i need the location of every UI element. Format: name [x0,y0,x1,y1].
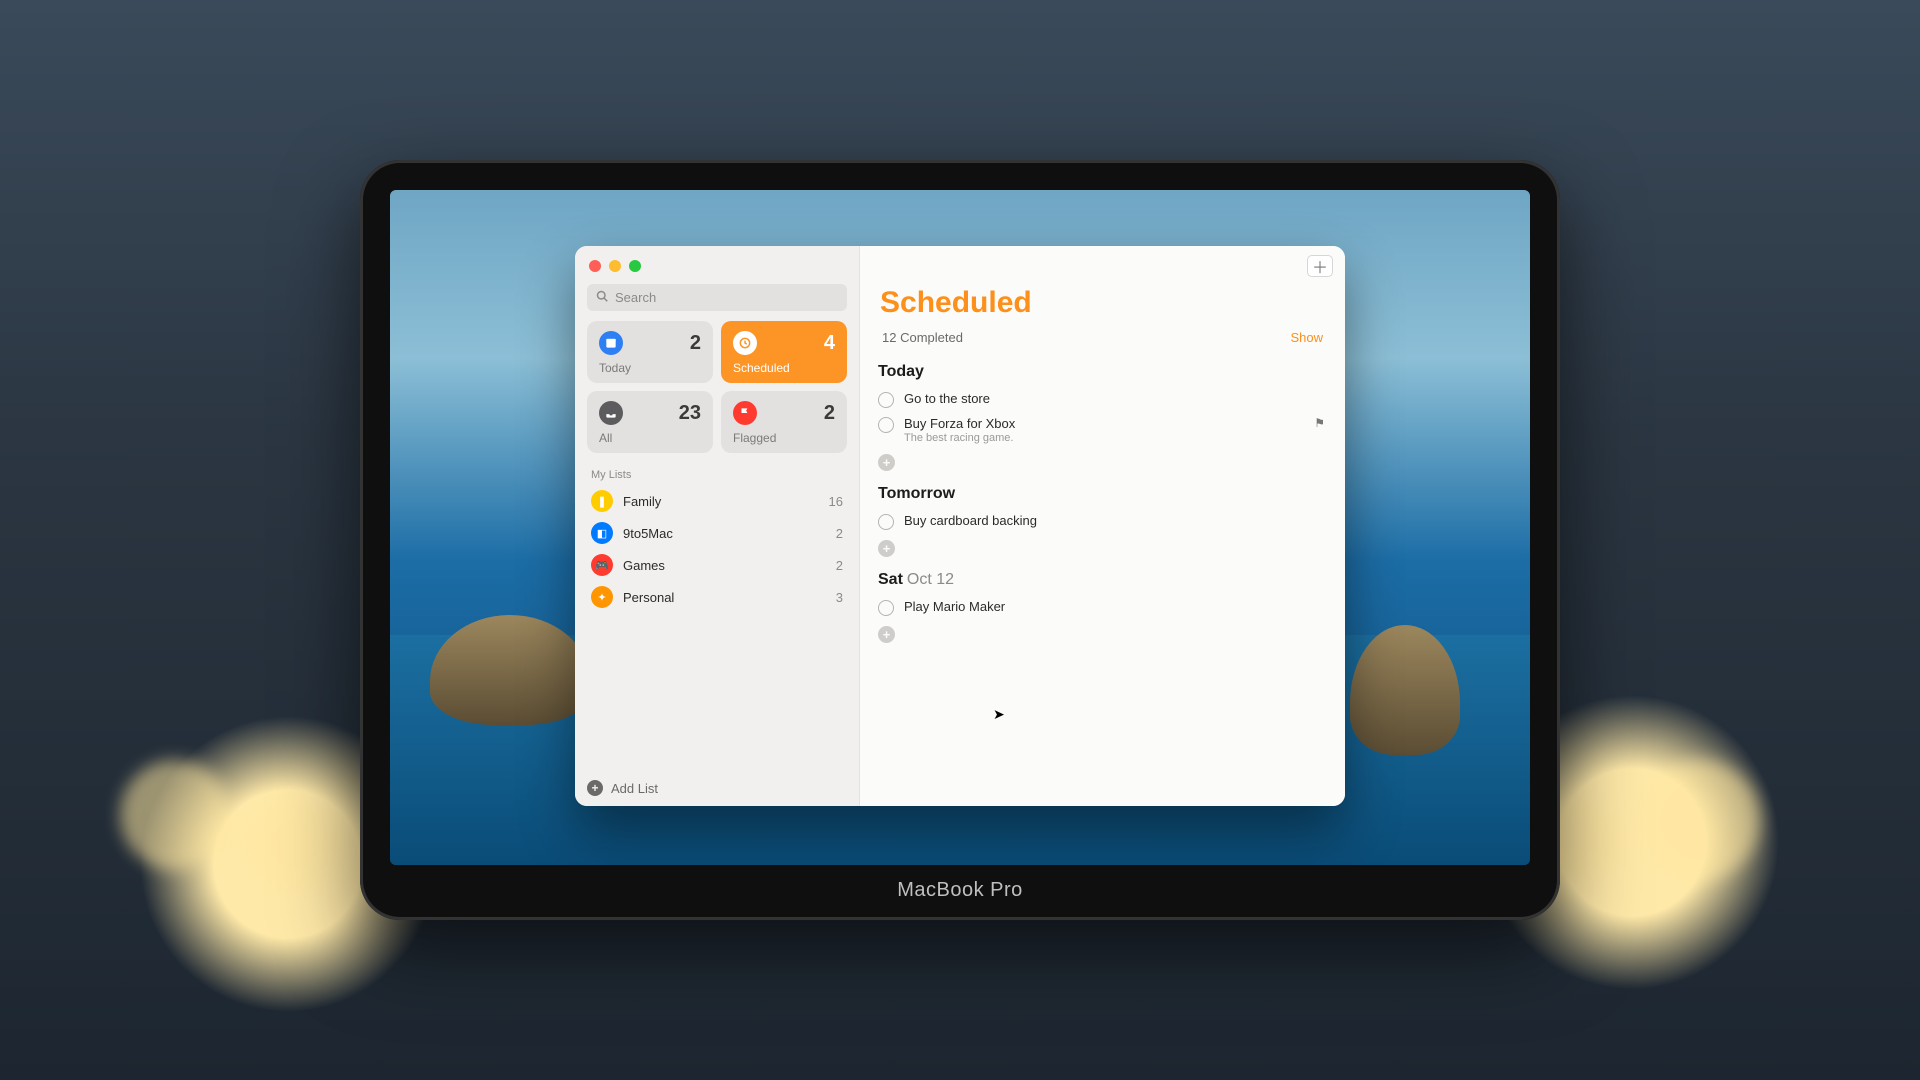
reminder-item[interactable]: Go to the store [878,387,1327,412]
smart-label: Today [599,361,701,375]
completed-count-text: 12 Completed [882,330,963,345]
list-item-family[interactable]: ❚ Family 16 [583,485,851,517]
smart-count: 4 [824,332,835,355]
list-icon: 🎮 [591,554,613,576]
smart-list-scheduled[interactable]: 4 Scheduled [721,321,847,383]
smart-list-flagged[interactable]: 2 Flagged [721,391,847,453]
section-heading-today: Today [878,363,1327,381]
smart-list-all[interactable]: 23 All [587,391,713,453]
reminder-title: Buy cardboard backing [904,513,1037,528]
main-panel: ＋ Scheduled 12 Completed Show Today [860,246,1345,806]
tray-icon [599,401,623,425]
list-name: Games [623,558,665,573]
reminder-title: Buy Forza for Xbox [904,416,1015,431]
list-name: Family [623,494,661,509]
new-reminder-button[interactable]: ＋ [1307,255,1333,277]
reminders-window: 2 Today 4 Scheduled [575,246,1345,806]
list-name: Personal [623,590,674,605]
add-reminder-inline[interactable]: + [878,454,895,471]
window-traffic-lights [575,246,859,282]
section-heading-tomorrow: Tomorrow [878,485,1327,503]
reminder-title: Go to the store [904,391,990,406]
reminder-item[interactable]: Buy cardboard backing [878,509,1327,534]
complete-toggle[interactable] [878,417,894,433]
laptop-device: 2 Today 4 Scheduled [360,160,1560,920]
add-reminder-inline[interactable]: + [878,626,895,643]
window-zoom-button[interactable] [629,260,641,272]
reminder-title: Play Mario Maker [904,599,1005,614]
my-lists-header: My Lists [575,463,859,485]
smart-lists-grid: 2 Today 4 Scheduled [575,321,859,463]
flag-icon [733,401,757,425]
list-count: 2 [836,558,843,573]
complete-toggle[interactable] [878,514,894,530]
list-icon: ❚ [591,490,613,512]
list-item-games[interactable]: 🎮 Games 2 [583,549,851,581]
flag-icon: ⚑ [1314,416,1325,430]
list-name: 9to5Mac [623,526,673,541]
smart-count: 23 [679,402,701,425]
list-icon: ◧ [591,522,613,544]
add-reminder-inline[interactable]: + [878,540,895,557]
list-item-personal[interactable]: ✦ Personal 3 [583,581,851,613]
sections: Today Go to the store Buy Forza for Xbox… [860,357,1345,677]
smart-count: 2 [824,402,835,425]
list-count: 3 [836,590,843,605]
smart-count: 2 [690,332,701,355]
add-list-label: Add List [611,781,658,796]
complete-toggle[interactable] [878,600,894,616]
window-close-button[interactable] [589,260,601,272]
list-item-9to5mac[interactable]: ◧ 9to5Mac 2 [583,517,851,549]
reminder-note: The best racing game. [904,432,1015,444]
list-count: 16 [829,494,843,509]
section-heading-sat: SatOct 12 [878,571,1327,589]
laptop-bezel: 2 Today 4 Scheduled [360,160,1560,920]
completed-row: 12 Completed Show [860,326,1345,357]
sidebar: 2 Today 4 Scheduled [575,246,860,806]
list-icon: ✦ [591,586,613,608]
search-field-wrap [587,284,847,311]
window-minimize-button[interactable] [609,260,621,272]
page-title: Scheduled [860,286,1345,326]
my-lists: ❚ Family 16 ◧ 9to5Mac 2 🎮 Games 2 [575,485,859,613]
mouse-cursor-icon: ➤ [993,706,1005,723]
clock-icon [733,331,757,355]
smart-label: Scheduled [733,361,835,375]
laptop-screen: 2 Today 4 Scheduled [390,190,1530,865]
calendar-icon [599,331,623,355]
smart-label: All [599,431,701,445]
reminder-item[interactable]: Play Mario Maker [878,595,1327,620]
plus-icon: + [587,780,603,796]
search-icon [596,290,608,305]
add-list-button[interactable]: + Add List [575,770,859,806]
laptop-brand-text: MacBook Pro [360,879,1560,902]
main-toolbar: ＋ [860,246,1345,286]
search-input[interactable] [587,284,847,311]
complete-toggle[interactable] [878,392,894,408]
smart-label: Flagged [733,431,835,445]
smart-list-today[interactable]: 2 Today [587,321,713,383]
reminder-item[interactable]: Buy Forza for Xbox The best racing game.… [878,412,1327,448]
list-count: 2 [836,526,843,541]
show-completed-link[interactable]: Show [1290,330,1323,345]
